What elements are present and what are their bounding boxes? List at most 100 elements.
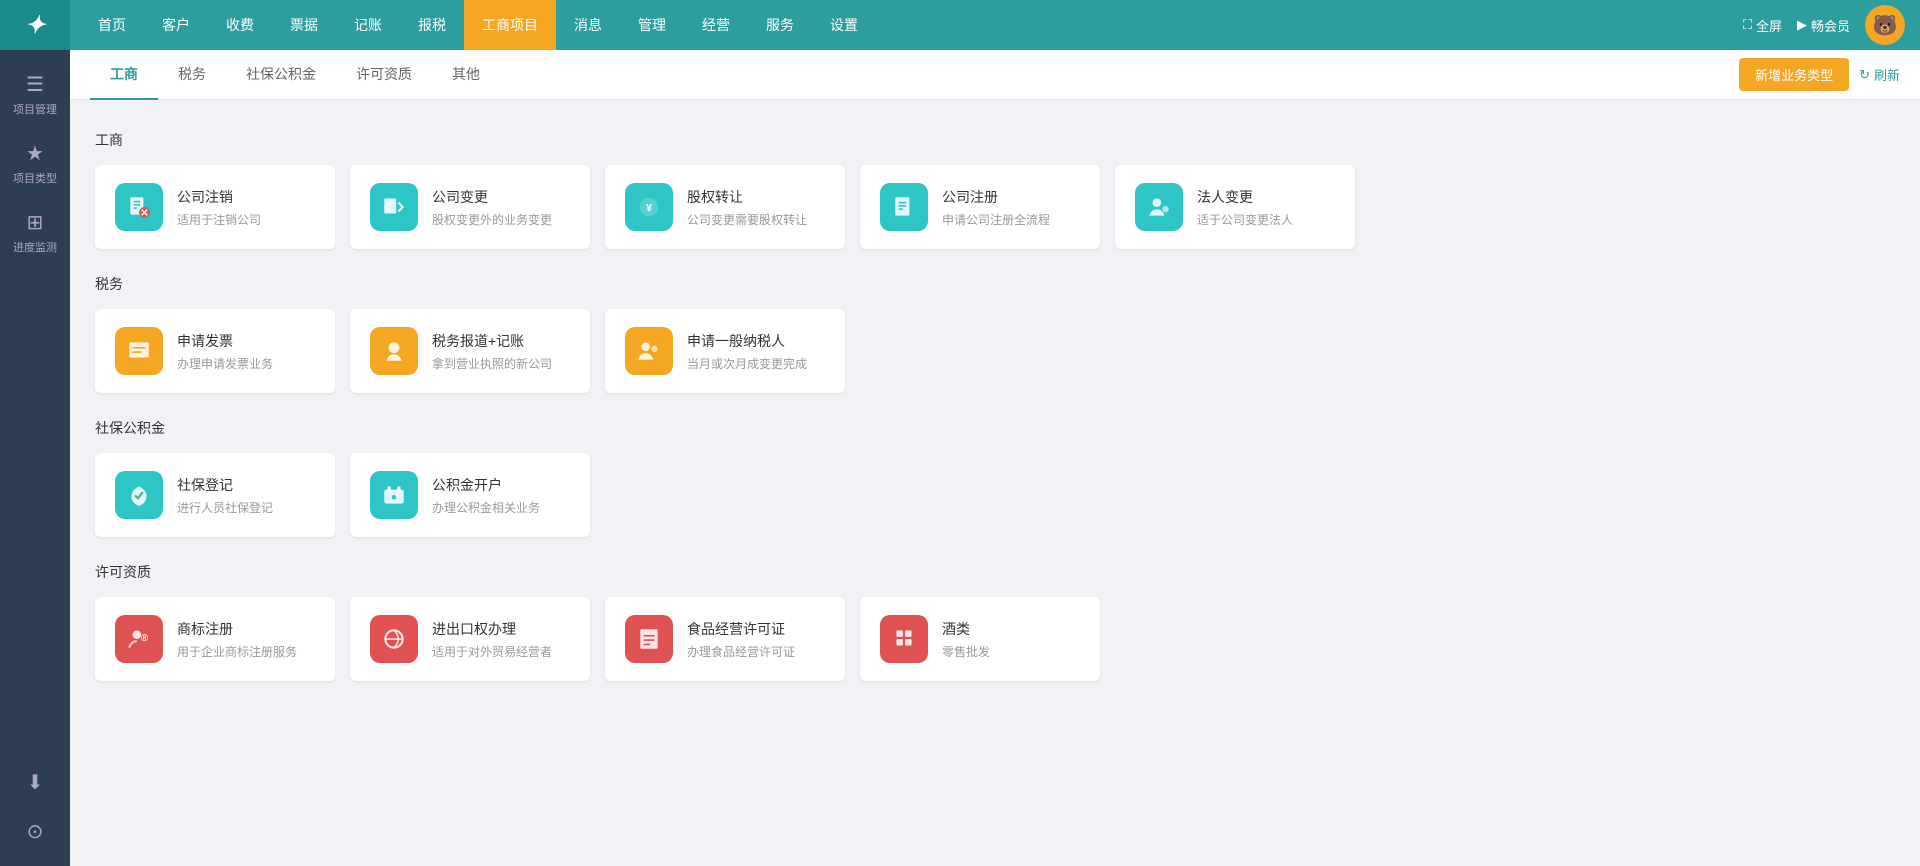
tab-shebao[interactable]: 社保公积金 <box>226 50 336 100</box>
service-card-0-4[interactable]: 法人变更适于公司变更法人 <box>1115 165 1355 249</box>
section-title-0: 工商 <box>95 130 1895 150</box>
refresh-icon: ↻ <box>1859 67 1870 83</box>
sidebar-settings[interactable]: ⊙ <box>0 807 70 856</box>
card-desc-3-0: 用于企业商标注册服务 <box>177 643 297 660</box>
main-layout: ☰ 项目管理 ★ 项目类型 ⊞ 进度监测 ⬇ ⊙ 工商 税务 <box>0 50 1920 866</box>
card-info-0-1: 公司变更股权变更外的业务变更 <box>432 187 552 228</box>
card-desc-0-2: 公司变更需要股权转让 <box>687 211 807 228</box>
tabs-header: 工商 税务 社保公积金 许可资质 其他 新增业务类型 ↻ 刷新 <box>70 50 1920 100</box>
nav-item-9[interactable]: 经营 <box>684 0 748 50</box>
section-title-3: 许可资质 <box>95 562 1895 582</box>
card-desc-3-1: 适用于对外贸易经营者 <box>432 643 552 660</box>
sidebar-label-project-type: 项目类型 <box>13 170 57 186</box>
card-info-1-0: 申请发票办理申请发票业务 <box>177 331 273 372</box>
service-card-3-2[interactable]: 食品经营许可证办理食品经营许可证 <box>605 597 845 681</box>
tab-qita-label: 其他 <box>452 64 480 84</box>
sidebar-item-project-management[interactable]: ☰ 项目管理 <box>0 60 70 129</box>
card-info-0-2: 股权转让公司变更需要股权转让 <box>687 187 807 228</box>
sidebar: ☰ 项目管理 ★ 项目类型 ⊞ 进度监测 ⬇ ⊙ <box>0 50 70 866</box>
logo: ✦ <box>0 0 70 50</box>
nav-item-3[interactable]: 票据 <box>272 0 336 50</box>
service-card-2-0[interactable]: 社保登记进行人员社保登记 <box>95 453 335 537</box>
cards-grid-3: ® 商标注册用于企业商标注册服务 进出口权办理适用于对外贸易经营者 食品经营许可证办理… <box>95 597 1895 681</box>
card-icon-0-0 <box>115 183 163 231</box>
tab-qita[interactable]: 其他 <box>432 50 500 100</box>
card-icon-0-1 <box>370 183 418 231</box>
vip-label: 畅会员 <box>1811 16 1850 35</box>
card-info-2-1: 公积金开户办理公积金相关业务 <box>432 475 540 516</box>
avatar[interactable]: 🐻 <box>1865 5 1905 45</box>
nav-item-4[interactable]: 记账 <box>336 0 400 50</box>
nav-item-8[interactable]: 管理 <box>620 0 684 50</box>
new-business-type-button[interactable]: 新增业务类型 <box>1739 58 1849 91</box>
section-title-2: 社保公积金 <box>95 418 1895 438</box>
sidebar-label-project-management: 项目管理 <box>13 101 57 117</box>
svg-text:®: ® <box>141 633 149 644</box>
tab-shebao-label: 社保公积金 <box>246 64 316 84</box>
nav-item-7[interactable]: 消息 <box>556 0 620 50</box>
service-card-0-0[interactable]: 公司注销适用于注销公司 <box>95 165 335 249</box>
settings-icon: ⊙ <box>27 819 44 844</box>
nav-item-2[interactable]: 收费 <box>208 0 272 50</box>
card-title-0-2: 股权转让 <box>687 187 807 207</box>
card-title-3-1: 进出口权办理 <box>432 619 552 639</box>
card-info-3-0: 商标注册用于企业商标注册服务 <box>177 619 297 660</box>
card-title-0-1: 公司变更 <box>432 187 552 207</box>
card-info-3-3: 酒类零售批发 <box>942 619 990 660</box>
card-desc-2-1: 办理公积金相关业务 <box>432 499 540 516</box>
card-desc-1-2: 当月或次月成变更完成 <box>687 355 807 372</box>
card-title-2-0: 社保登记 <box>177 475 273 495</box>
service-card-3-1[interactable]: 进出口权办理适用于对外贸易经营者 <box>350 597 590 681</box>
card-icon-2-1 <box>370 471 418 519</box>
refresh-label: 刷新 <box>1874 65 1900 84</box>
service-card-0-3[interactable]: 公司注册申请公司注册全流程 <box>860 165 1100 249</box>
card-desc-3-2: 办理食品经营许可证 <box>687 643 795 660</box>
tab-xuke[interactable]: 许可资质 <box>336 50 432 100</box>
logo-icon: ✦ <box>25 11 45 40</box>
card-desc-2-0: 进行人员社保登记 <box>177 499 273 516</box>
nav-item-0[interactable]: 首页 <box>80 0 144 50</box>
card-icon-1-0 <box>115 327 163 375</box>
service-card-1-0[interactable]: 申请发票办理申请发票业务 <box>95 309 335 393</box>
nav-item-6[interactable]: 工商项目 <box>464 0 556 50</box>
service-card-3-3[interactable]: 酒类零售批发 <box>860 597 1100 681</box>
card-title-1-0: 申请发票 <box>177 331 273 351</box>
nav-item-11[interactable]: 设置 <box>812 0 876 50</box>
nav-item-5[interactable]: 报税 <box>400 0 464 50</box>
card-icon-3-1 <box>370 615 418 663</box>
nav-item-10[interactable]: 服务 <box>748 0 812 50</box>
scroll-content: 工商公司注销适用于注销公司公司变更股权变更外的业务变更¥股权转让公司变更需要股权… <box>70 100 1920 866</box>
service-card-0-1[interactable]: 公司变更股权变更外的业务变更 <box>350 165 590 249</box>
vip-button[interactable]: ▶ 畅会员 <box>1797 16 1850 35</box>
card-title-1-1: 税务报道+记账 <box>432 331 552 351</box>
card-icon-3-3 <box>880 615 928 663</box>
card-info-2-0: 社保登记进行人员社保登记 <box>177 475 273 516</box>
refresh-button[interactable]: ↻ 刷新 <box>1859 65 1900 84</box>
cards-grid-1: 申请发票办理申请发票业务税务报道+记账拿到营业执照的新公司申请一般纳税人当月或次… <box>95 309 1895 393</box>
card-icon-2-0 <box>115 471 163 519</box>
service-card-1-1[interactable]: 税务报道+记账拿到营业执照的新公司 <box>350 309 590 393</box>
section-title-1: 税务 <box>95 274 1895 294</box>
service-card-1-2[interactable]: 申请一般纳税人当月或次月成变更完成 <box>605 309 845 393</box>
sidebar-item-project-type[interactable]: ★ 项目类型 <box>0 129 70 198</box>
sidebar-item-progress-monitor[interactable]: ⊞ 进度监测 <box>0 198 70 267</box>
top-navigation: ✦ 首页客户收费票据记账报税工商项目消息管理经营服务设置 ⛶ 全屏 ▶ 畅会员 … <box>0 0 1920 50</box>
tab-gongshang[interactable]: 工商 <box>90 50 158 100</box>
card-title-0-0: 公司注销 <box>177 187 261 207</box>
fullscreen-button[interactable]: ⛶ 全屏 <box>1743 16 1782 35</box>
card-icon-0-3 <box>880 183 928 231</box>
sidebar-label-progress-monitor: 进度监测 <box>13 239 57 255</box>
card-info-3-1: 进出口权办理适用于对外贸易经营者 <box>432 619 552 660</box>
tab-gongshang-label: 工商 <box>110 64 138 84</box>
service-card-3-0[interactable]: ® 商标注册用于企业商标注册服务 <box>95 597 335 681</box>
service-card-0-2[interactable]: ¥股权转让公司变更需要股权转让 <box>605 165 845 249</box>
card-icon-1-1 <box>370 327 418 375</box>
tab-shuiwu[interactable]: 税务 <box>158 50 226 100</box>
card-info-3-2: 食品经营许可证办理食品经营许可证 <box>687 619 795 660</box>
nav-right: ⛶ 全屏 ▶ 畅会员 🐻 <box>1743 5 1920 45</box>
service-card-2-1[interactable]: 公积金开户办理公积金相关业务 <box>350 453 590 537</box>
sidebar-download[interactable]: ⬇ <box>0 758 70 807</box>
nav-item-1[interactable]: 客户 <box>144 0 208 50</box>
card-title-1-2: 申请一般纳税人 <box>687 331 807 351</box>
cards-grid-0: 公司注销适用于注销公司公司变更股权变更外的业务变更¥股权转让公司变更需要股权转让… <box>95 165 1895 249</box>
